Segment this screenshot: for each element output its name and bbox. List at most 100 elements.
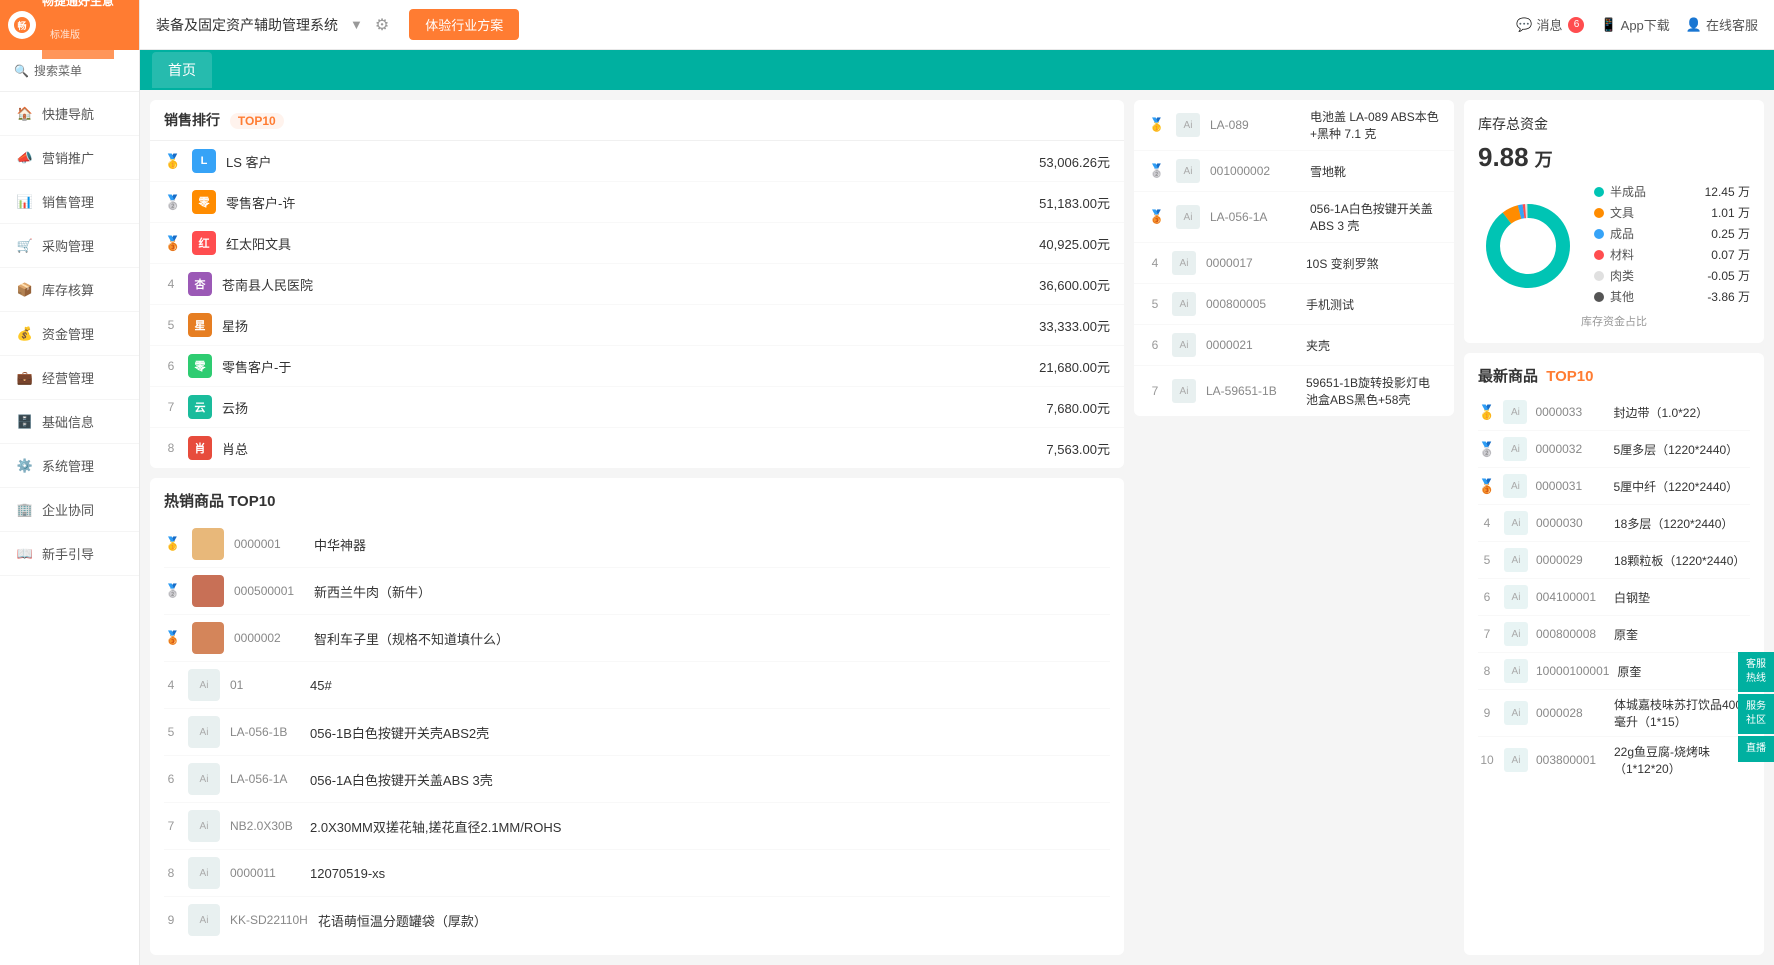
product-icon: Ai: [1504, 548, 1528, 572]
inventory-top10-panel: 🥇 Ai LA-089 电池盖 LA-089 ABS本色+黑种 7.1 克 🥈 …: [1134, 100, 1454, 416]
inventory-middle-item: 🥉 Ai LA-056-1A 056-1A白色按键开关盖ABS 3 壳: [1134, 192, 1454, 243]
newest-name: 22g鱼豆腐-烧烤味（1*12*20）: [1614, 743, 1750, 777]
newest-code: 004100001: [1536, 590, 1606, 604]
rank-number: 4: [164, 678, 178, 692]
sidebar-item-corp[interactable]: 🏢 企业协同: [0, 488, 139, 532]
newest-products-panel: 最新商品 TOP10 🥇 Ai 0000033 封边带（1.0*22） 🥈 Ai…: [1464, 353, 1764, 955]
product-placeholder: Ai: [188, 669, 220, 701]
product-icon: Ai: [1172, 379, 1196, 403]
product-placeholder: Ai: [188, 810, 220, 842]
rank-silver-icon: 🥈: [164, 582, 182, 600]
product-icon: Ai: [1176, 113, 1200, 137]
rank-number: 6: [1148, 338, 1162, 352]
sidebar-item-basic[interactable]: 🗄️ 基础信息: [0, 400, 139, 444]
sidebar-item-marketing[interactable]: 📣 营销推广: [0, 136, 139, 180]
rank-number: 7: [1478, 627, 1496, 641]
trial-button[interactable]: 体验行业方案: [409, 9, 519, 40]
inventory-middle-item: 4 Ai 0000017 10S 变刹罗煞: [1134, 243, 1454, 284]
hot-product-item: 🥉 0000002 智利车子里（规格不知道填什么）: [164, 615, 1110, 662]
building-icon: 🏢: [16, 501, 34, 519]
product-icon: Ai: [1504, 622, 1528, 646]
rank-number: 6: [164, 772, 178, 786]
legend-label: 成品: [1594, 225, 1711, 242]
rank-number: 7: [164, 400, 178, 414]
sidebar-item-system[interactable]: ⚙️ 系统管理: [0, 444, 139, 488]
customer-list-item: 7 云 云扬 7,680.00元: [150, 387, 1124, 428]
inventory-chart-area: 半成品 12.45 万 文具 1.01 万 成品 0.25 万 材料 0.07 …: [1478, 183, 1750, 309]
customer-name: 红太阳文具: [226, 234, 1029, 253]
legend-item: 材料 0.07 万: [1594, 246, 1750, 263]
product-name: 056-1A白色按键开关盖ABS 3壳: [310, 770, 1110, 789]
float-btn-live[interactable]: 直播: [1738, 736, 1774, 762]
sidebar-nav: 🏠 快捷导航 📣 营销推广 📊 销售管理 🛒 采购管理 📦 库存核算 💰 资金管…: [0, 92, 139, 965]
newest-product-item: 🥉 Ai 0000031 5厘中纤（1220*2440）: [1478, 468, 1750, 505]
sidebar: 畅 畅捷通好生意 标准版 🔍 搜索菜单 🏠 快捷导航 📣 营销推广 📊 销售管理…: [0, 0, 140, 965]
online-service-btn[interactable]: 👤 在线客服: [1686, 15, 1758, 34]
product-code: LA-056-1A: [230, 772, 300, 786]
rank-bronze-icon: 🥉: [164, 234, 182, 252]
legend-item: 肉类 -0.05 万: [1594, 267, 1750, 284]
newest-product-item: 9 Ai 0000028 体城嘉枝味苏打饮品400毫升（1*15）: [1478, 690, 1750, 737]
inventory-middle-item: 6 Ai 0000021 夹壳: [1134, 325, 1454, 366]
settings-icon[interactable]: ⚙: [375, 15, 389, 35]
legend-value: -3.86 万: [1707, 288, 1750, 305]
sidebar-item-inventory[interactable]: 📦 库存核算: [0, 268, 139, 312]
inventory-middle-item: 🥇 Ai LA-089 电池盖 LA-089 ABS本色+黑种 7.1 克: [1134, 100, 1454, 151]
customer-list-item: 6 零 零售客户-于 21,680.00元: [150, 346, 1124, 387]
newest-product-item: 8 Ai 10000100001 原奎: [1478, 653, 1750, 690]
customer-amount: 7,563.00元: [1046, 439, 1110, 458]
sidebar-item-operation[interactable]: 💼 经营管理: [0, 356, 139, 400]
tab-home[interactable]: 首页: [152, 52, 212, 88]
search-icon: 🔍: [14, 64, 29, 78]
gear-icon: ⚙️: [16, 457, 34, 475]
rank-number: 4: [1148, 256, 1162, 270]
hot-product-item: 🥈 000500001 新西兰牛肉（新牛）: [164, 568, 1110, 615]
hot-products-list: 🥇 0000001 中华神器 🥈 000500001 新西兰牛肉（新牛） 🥉 0…: [164, 521, 1110, 943]
inventory-legend: 半成品 12.45 万 文具 1.01 万 成品 0.25 万 材料 0.07 …: [1594, 183, 1750, 309]
product-code: KK-SD22110H: [230, 913, 308, 927]
newest-name: 封边带（1.0*22）: [1613, 404, 1750, 421]
newest-name: 5厘中纤（1220*2440）: [1613, 478, 1750, 495]
legend-item: 半成品 12.45 万: [1594, 183, 1750, 200]
newest-product-item: 10 Ai 003800001 22g鱼豆腐-烧烤味（1*12*20）: [1478, 737, 1750, 783]
legend-dot: [1594, 292, 1604, 302]
newest-name: 原奎: [1617, 663, 1750, 680]
customer-avatar: 星: [188, 313, 212, 337]
sidebar-item-finance[interactable]: 💰 资金管理: [0, 312, 139, 356]
customer-name: LS 客户: [226, 152, 1029, 171]
content: 销售排行 TOP10 🥇 L LS 客户 53,006.26元 🥈 零 零售客户…: [140, 90, 1774, 965]
product-name: 手机测试: [1306, 296, 1440, 313]
sidebar-item-sales[interactable]: 📊 销售管理: [0, 180, 139, 224]
sidebar-item-home[interactable]: 🏠 快捷导航: [0, 92, 139, 136]
customer-list: 🥇 L LS 客户 53,006.26元 🥈 零 零售客户-许 51,183.0…: [150, 141, 1124, 468]
customer-name: 苍南县人民医院: [222, 275, 1029, 294]
customer-avatar: 云: [188, 395, 212, 419]
customer-list-item: 🥇 L LS 客户 53,006.26元: [150, 141, 1124, 182]
product-icon: Ai: [1504, 585, 1528, 609]
product-code: 000800005: [1206, 297, 1296, 311]
rank-number: 10: [1478, 753, 1496, 767]
legend-dot: [1594, 271, 1604, 281]
float-btn-service[interactable]: 客服热线: [1738, 652, 1774, 692]
customer-name: 云扬: [222, 398, 1036, 417]
rank-silver-icon: 🥈: [164, 193, 182, 211]
dropdown-arrow[interactable]: ▼: [350, 17, 363, 32]
float-buttons: 客服热线 服务社区 直播: [1738, 652, 1774, 762]
customer-list-item: 🥉 红 红太阳文具 40,925.00元: [150, 223, 1124, 264]
messages-btn[interactable]: 💬 消息 6: [1516, 15, 1584, 34]
rank-number: 7: [1148, 384, 1162, 398]
app-download-btn[interactable]: 📱 App下载: [1600, 15, 1669, 34]
product-icon: Ai: [1504, 659, 1528, 683]
newest-code: 003800001: [1536, 753, 1606, 767]
middle-column: 🥇 Ai LA-089 电池盖 LA-089 ABS本色+黑种 7.1 克 🥈 …: [1134, 100, 1454, 955]
product-name: 056-1B白色按键开关壳ABS2壳: [310, 723, 1110, 742]
inventory-summary-card: 库存总资金 9.88 万: [1464, 100, 1764, 343]
sidebar-item-purchase[interactable]: 🛒 采购管理: [0, 224, 139, 268]
product-image: [192, 622, 224, 654]
float-btn-community[interactable]: 服务社区: [1738, 694, 1774, 734]
sidebar-item-guide[interactable]: 📖 新手引导: [0, 532, 139, 576]
product-code: 000500001: [234, 584, 304, 598]
rank-bronze-icon: 🥉: [1148, 208, 1166, 226]
hot-product-item: 7 Ai NB2.0X30B 2.0X30MM双搓花轴,搓花直径2.1MM/RO…: [164, 803, 1110, 850]
customer-avatar: 零: [192, 190, 216, 214]
